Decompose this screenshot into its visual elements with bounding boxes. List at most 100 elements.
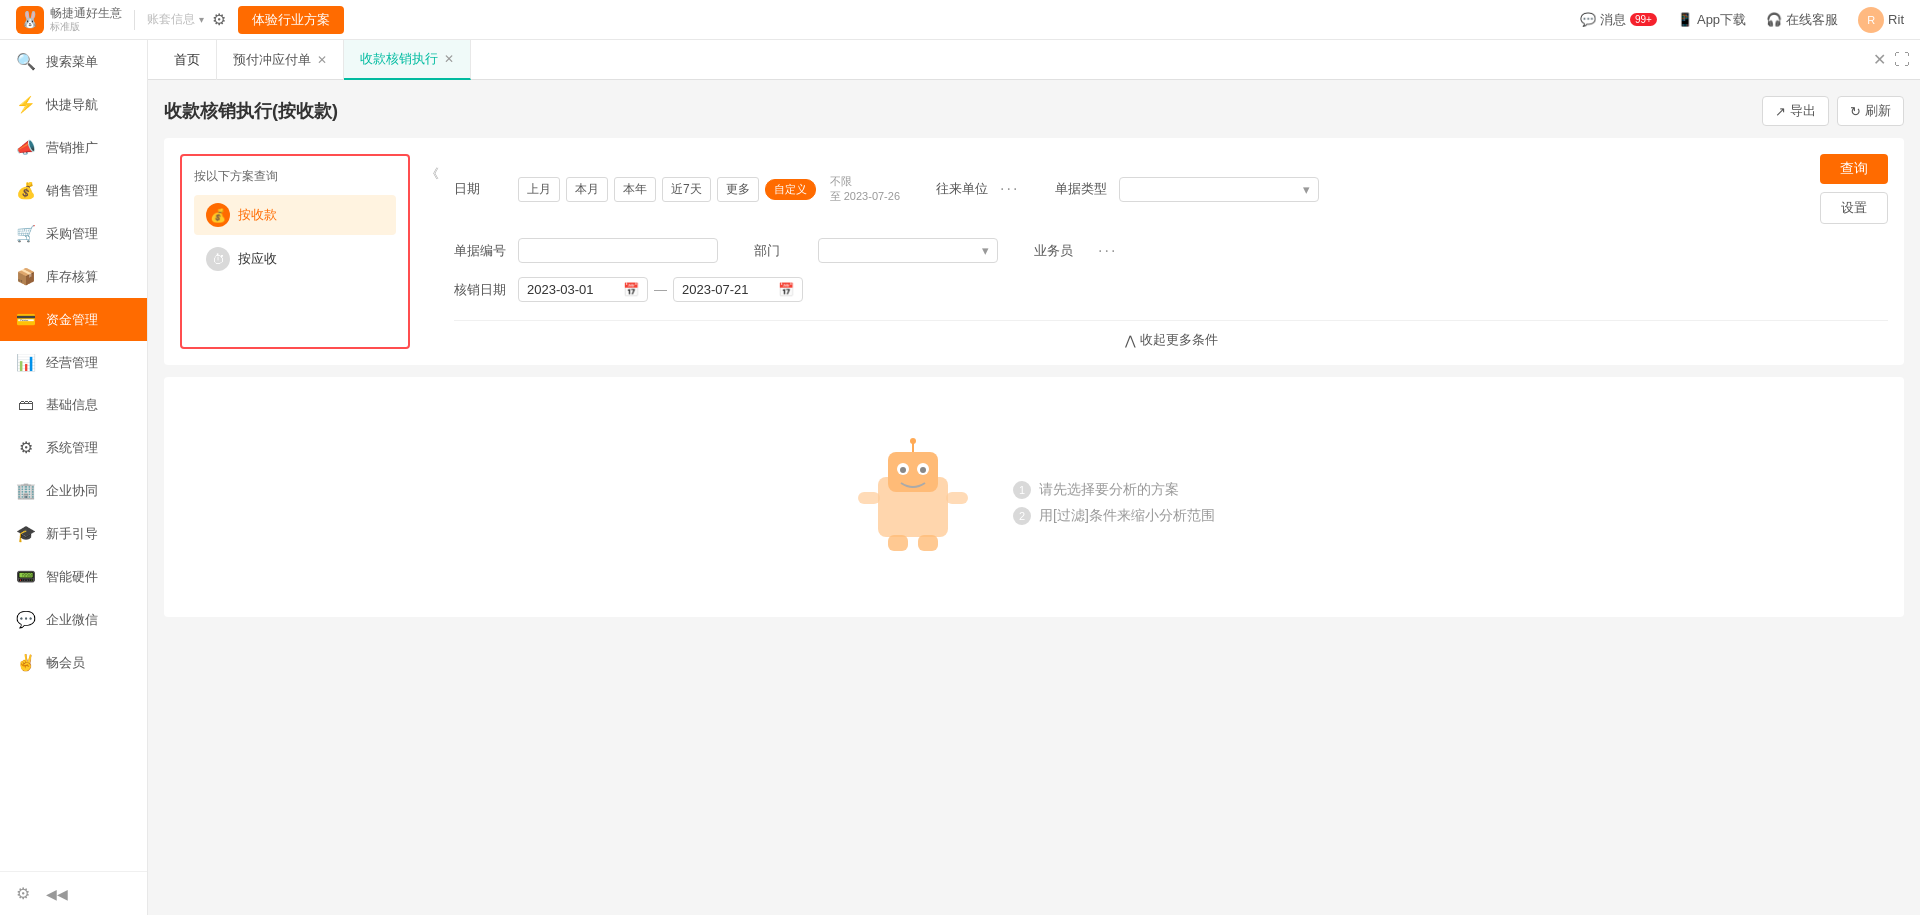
account-chevron-icon: ▾ <box>199 14 204 25</box>
page-actions: ↗ 导出 ↻ 刷新 <box>1762 96 1904 126</box>
empty-tip-2: 2 用[过滤]条件来缩小分析范围 <box>1013 507 1215 525</box>
refresh-icon: ↻ <box>1850 104 1861 119</box>
query-button[interactable]: 查询 <box>1820 154 1888 184</box>
sidebar-item-finance[interactable]: 💳 资金管理 <box>0 298 147 341</box>
inventory-icon: 📦 <box>16 267 36 286</box>
avatar: R <box>1858 7 1884 33</box>
main-layout: 🔍 搜索菜单 ⚡ 快捷导航 📣 营销推广 💰 销售管理 🛒 采购管理 📦 <box>0 40 1920 915</box>
filter-option-by-receipt[interactable]: 💰 按收款 <box>194 195 396 235</box>
department-select[interactable]: ▾ <box>818 238 998 263</box>
marketing-icon: 📣 <box>16 138 36 157</box>
date-btn-last-month[interactable]: 上月 <box>518 177 560 202</box>
verify-date-end-input[interactable]: 2023-07-21 📅 <box>673 277 803 302</box>
tab-prepay-offset[interactable]: 预付冲应付单 ✕ <box>217 40 344 80</box>
filter-option-by-receivable[interactable]: ⏱ 按应收 <box>194 239 396 279</box>
start-calendar-icon: 📅 <box>623 282 639 297</box>
tab-home[interactable]: 首页 <box>158 40 217 80</box>
sidebar-item-enterprise[interactable]: 🏢 企业协同 <box>0 469 147 512</box>
sidebar-item-guide[interactable]: 🎓 新手引导 <box>0 512 147 555</box>
sidebar-item-hardware[interactable]: 📟 智能硬件 <box>0 555 147 598</box>
by-receipt-label: 按收款 <box>238 206 277 224</box>
app-download-button[interactable]: 📱 App下载 <box>1677 11 1746 29</box>
maximize-tab-icon[interactable]: ⛶ <box>1894 51 1910 69</box>
settings-button[interactable]: 设置 <box>1820 192 1888 224</box>
topbar-divider <box>134 10 135 30</box>
topbar: 🐰 畅捷通好生意 标准版 账套信息 ▾ ⚙ 体验行业方案 💬 消息 99+ 📱 … <box>0 0 1920 40</box>
filter-collapse-button[interactable]: 《 <box>422 154 442 194</box>
svg-rect-9 <box>946 492 968 504</box>
tab-prepay-close-icon[interactable]: ✕ <box>317 53 327 67</box>
sidebar-item-basic-info[interactable]: 🗃 基础信息 <box>0 384 147 426</box>
by-receivable-icon: ⏱ <box>206 247 230 271</box>
sidebar-item-purchase[interactable]: 🛒 采购管理 <box>0 212 147 255</box>
svg-rect-10 <box>888 535 908 551</box>
dept-chevron-icon: ▾ <box>982 243 989 258</box>
collapse-sidebar-icon[interactable]: ◀◀ <box>46 886 68 902</box>
search-icon: 🔍 <box>16 52 36 71</box>
online-service-button[interactable]: 🎧 在线客服 <box>1766 11 1838 29</box>
doc-number-input[interactable] <box>518 238 718 263</box>
refresh-button[interactable]: ↻ 刷新 <box>1837 96 1904 126</box>
counterparty-selector[interactable]: ··· <box>1000 180 1019 198</box>
hardware-icon: 📟 <box>16 567 36 586</box>
date-btn-this-month[interactable]: 本月 <box>566 177 608 202</box>
query-settings-col: 查询 设置 <box>1820 154 1888 224</box>
system-icon: ⚙ <box>16 438 36 457</box>
salesperson-selector[interactable]: ··· <box>1098 242 1117 260</box>
verify-date-start-input[interactable]: 2023-03-01 📅 <box>518 277 648 302</box>
empty-robot-svg <box>853 437 973 557</box>
by-receivable-label: 按应收 <box>238 250 277 268</box>
member-icon: ✌ <box>16 653 36 672</box>
collapse-more-button[interactable]: ⋀ 收起更多条件 <box>454 320 1888 349</box>
settings-bottom-icon[interactable]: ⚙ <box>16 884 30 903</box>
tab-receipt-offset[interactable]: 收款核销执行 ✕ <box>344 40 471 80</box>
export-button[interactable]: ↗ 导出 <box>1762 96 1829 126</box>
by-receipt-icon: 💰 <box>206 203 230 227</box>
sidebar-bottom: ⚙ ◀◀ <box>0 871 147 915</box>
filter-scheme-title: 按以下方案查询 <box>194 168 396 185</box>
sidebar-item-member[interactable]: ✌ 畅会员 <box>0 641 147 684</box>
settings-icon[interactable]: ⚙ <box>212 10 226 29</box>
account-selector[interactable]: 账套信息 ▾ <box>147 11 204 28</box>
tab-receipt-close-icon[interactable]: ✕ <box>444 52 454 66</box>
sidebar-item-system[interactable]: ⚙ 系统管理 <box>0 426 147 469</box>
empty-illustration <box>853 437 973 557</box>
date-separator: — <box>654 282 667 297</box>
sidebar-item-marketing[interactable]: 📣 营销推广 <box>0 126 147 169</box>
date-btn-custom[interactable]: 自定义 <box>765 179 816 200</box>
messages-button[interactable]: 💬 消息 99+ <box>1580 11 1657 29</box>
counterparty-field: 往来单位 ··· <box>936 180 1019 198</box>
verify-date-field: 核销日期 2023-03-01 📅 — 2023-07-21 📅 <box>454 277 803 302</box>
doc-type-field: 单据类型 ▾ <box>1055 177 1319 202</box>
date-no-limit-text: 不限 <box>830 174 900 189</box>
date-btn-7days[interactable]: 近7天 <box>662 177 711 202</box>
filter-row-3: 核销日期 2023-03-01 📅 — 2023-07-21 📅 <box>454 277 1888 302</box>
date-button-group: 上月 本月 本年 近7天 更多 自定义 <box>518 177 816 202</box>
date-btn-this-year[interactable]: 本年 <box>614 177 656 202</box>
date-btn-more[interactable]: 更多 <box>717 177 759 202</box>
sidebar-item-sales[interactable]: 💰 销售管理 <box>0 169 147 212</box>
department-label: 部门 <box>754 242 810 260</box>
collapse-more-icon: ⋀ <box>1125 333 1136 348</box>
sidebar-item-inventory[interactable]: 📦 库存核算 <box>0 255 147 298</box>
sidebar-item-quick-nav[interactable]: ⚡ 快捷导航 <box>0 83 147 126</box>
sidebar-item-wechat[interactable]: 💬 企业微信 <box>0 598 147 641</box>
sidebar-item-search-menu[interactable]: 🔍 搜索菜单 <box>0 40 147 83</box>
tab-bar: 首页 预付冲应付单 ✕ 收款核销执行 ✕ ✕ ⛶ <box>148 40 1920 80</box>
solution-button[interactable]: 体验行业方案 <box>238 6 344 34</box>
doc-type-select[interactable]: ▾ <box>1119 177 1319 202</box>
close-tab-icon[interactable]: ✕ <box>1873 50 1886 69</box>
counterparty-label: 往来单位 <box>936 180 992 198</box>
user-profile[interactable]: R Rit <box>1858 7 1904 33</box>
filter-panel: 按以下方案查询 💰 按收款 ⏱ 按应收 《 <box>164 138 1904 365</box>
svg-rect-11 <box>918 535 938 551</box>
filter-row-1: 日期 上月 本月 本年 近7天 更多 自定义 不限 至 <box>454 154 1888 224</box>
basic-info-icon: 🗃 <box>16 396 36 414</box>
sidebar-item-business[interactable]: 📊 经营管理 <box>0 341 147 384</box>
empty-num-1: 1 <box>1013 481 1031 499</box>
svg-point-4 <box>900 467 906 473</box>
filter-row-2: 单据编号 部门 ▾ 业务员 ··· <box>454 238 1888 263</box>
page-content: 收款核销执行(按收款) ↗ 导出 ↻ 刷新 按以下方案查询 <box>148 80 1920 915</box>
empty-text: 1 请先选择要分析的方案 2 用[过滤]条件来缩小分析范围 <box>1013 481 1215 533</box>
doc-number-field: 单据编号 <box>454 238 718 263</box>
